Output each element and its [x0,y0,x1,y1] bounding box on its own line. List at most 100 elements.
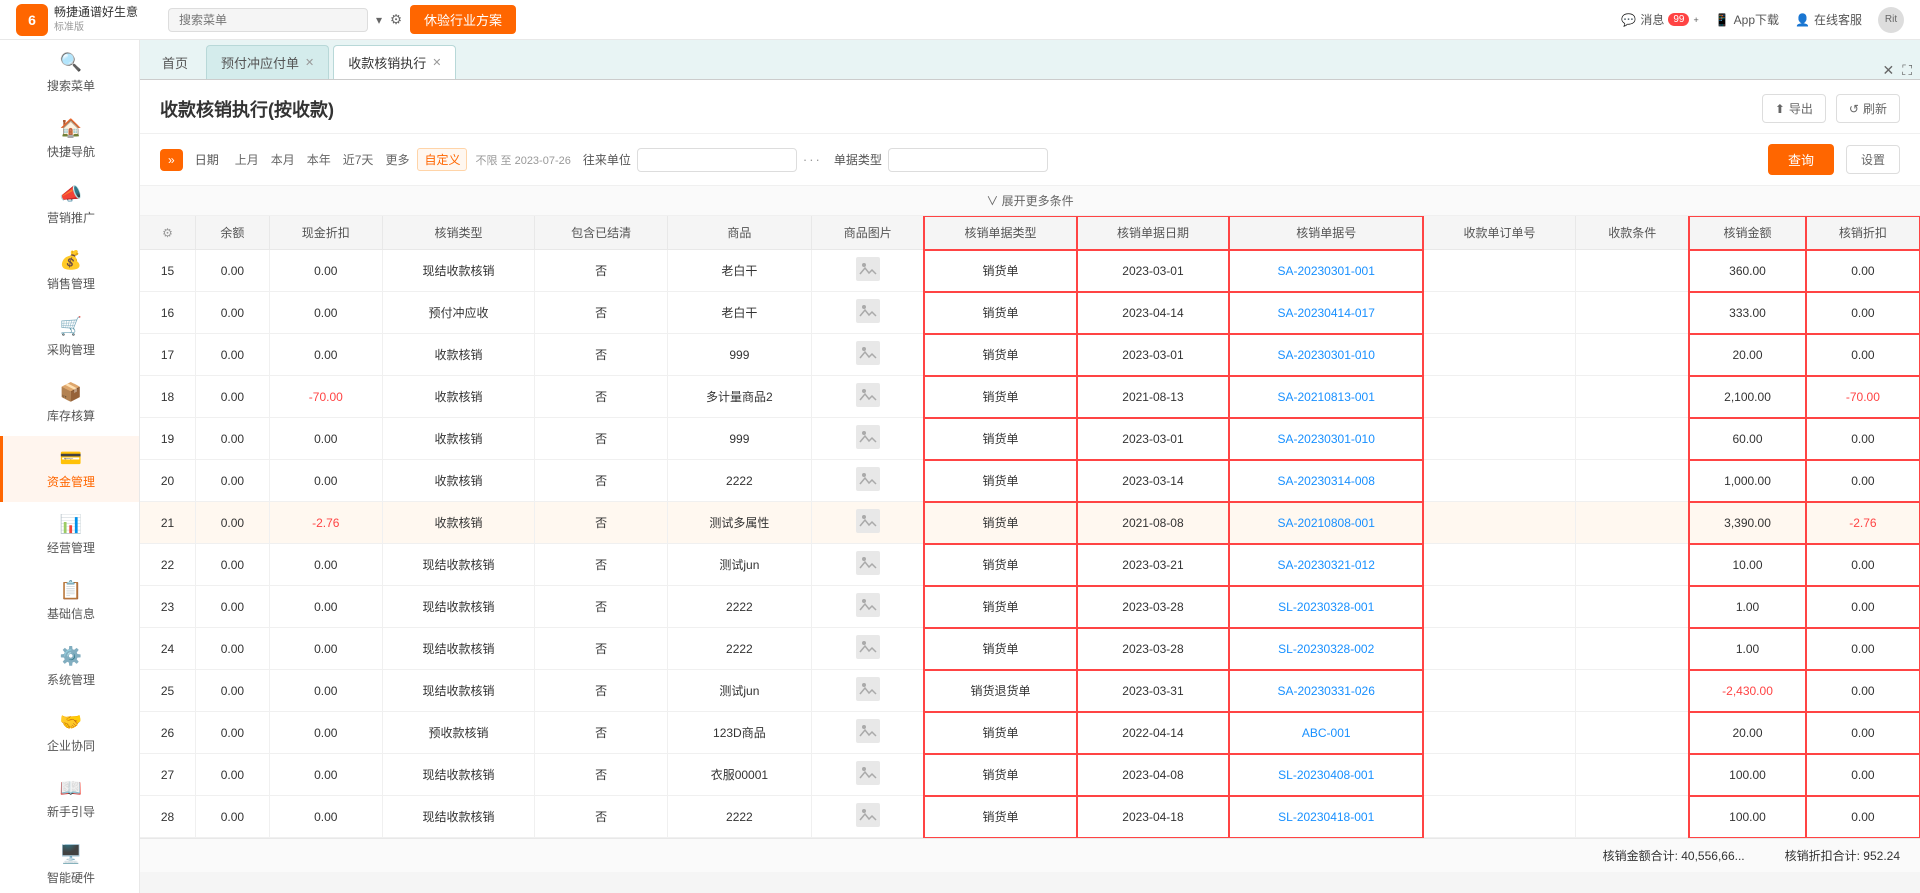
sidebar-item-finance[interactable]: 💳 资金管理 [0,436,139,502]
sidebar-item-inventory[interactable]: 📦 库存核算 [0,370,139,436]
sidebar-item-purchase[interactable]: 🛒 采购管理 [0,304,139,370]
search-input[interactable] [168,8,368,32]
cell-receipt-order-no [1423,796,1575,838]
bill-no-link[interactable]: SL-20230328-002 [1278,642,1374,656]
cell-goods-image [811,586,924,628]
cell-cancel-discount: -2.76 [1806,502,1919,544]
avatar[interactable]: Rit [1878,7,1904,33]
from-unit-input[interactable] [637,148,797,172]
bill-no-link[interactable]: SA-20210808-001 [1277,516,1374,530]
cell-balance: 0.00 [195,754,269,796]
cell-cash-discount: -2.76 [269,502,382,544]
this-month-btn[interactable]: 本月 [267,149,299,170]
last-month-btn[interactable]: 上月 [231,149,263,170]
bill-no-link[interactable]: SA-20230314-008 [1277,474,1374,488]
maximize-button[interactable]: ⛶ [1902,62,1912,79]
cell-bill-no[interactable]: SA-20230321-012 [1229,544,1423,586]
bill-no-link[interactable]: SA-20230321-012 [1277,558,1374,572]
cell-include-settled: 否 [535,502,668,544]
sidebar-item-operations[interactable]: 📊 经营管理 [0,502,139,568]
cell-cancel-type: 现结收款核销 [382,754,534,796]
tab-prepay[interactable]: 预付冲应付单 ✕ [206,45,329,79]
filter-settings-button[interactable]: 设置 [1846,145,1900,174]
guide-icon: 📖 [60,778,82,799]
col-settings[interactable]: ⚙ [140,216,195,250]
cell-receipt-condition [1576,502,1689,544]
cell-bill-no[interactable]: SA-20210808-001 [1229,502,1423,544]
dropdown-button[interactable]: ▾ [376,13,382,27]
bill-no-link[interactable]: SA-20230331-026 [1277,684,1374,698]
basic-icon: 📋 [60,580,82,601]
sidebar-item-guide[interactable]: 📖 新手引导 [0,766,139,832]
expand-bar[interactable]: ∨ 展开更多条件 [140,186,1920,216]
sidebar-item-system[interactable]: ⚙️ 系统管理 [0,634,139,700]
industry-button[interactable]: 休验行业方案 [410,5,516,34]
cell-bill-type: 销货单 [924,544,1076,586]
bill-no-link[interactable]: ABC-001 [1302,726,1351,740]
cell-no: 22 [140,544,195,586]
tab-receipt-close[interactable]: ✕ [432,56,441,69]
sidebar-item-enterprise[interactable]: 🤝 企业协同 [0,700,139,766]
cell-receipt-order-no [1423,670,1575,712]
cell-bill-type: 销货退货单 [924,670,1076,712]
cell-bill-no[interactable]: SA-20230301-010 [1229,334,1423,376]
cell-bill-no[interactable]: SL-20230418-001 [1229,796,1423,838]
cell-cash-discount: -70.00 [269,376,382,418]
sidebar-item-nav[interactable]: 🏠 快捷导航 [0,106,139,172]
bill-no-link[interactable]: SA-20230301-010 [1277,348,1374,362]
sidebar-item-search[interactable]: 🔍 搜索菜单 [0,40,139,106]
tab-prepay-close[interactable]: ✕ [305,56,314,69]
sidebar-item-sales[interactable]: 💰 销售管理 [0,238,139,304]
bill-no-link[interactable]: SA-20210813-001 [1277,390,1374,404]
cell-no: 18 [140,376,195,418]
cell-bill-no[interactable]: SL-20230328-002 [1229,628,1423,670]
cell-bill-type: 销货单 [924,376,1076,418]
bill-no-link[interactable]: SA-20230414-017 [1277,306,1374,320]
col-bill-type: 核销单据类型 [924,216,1076,250]
filter-toggle-button[interactable]: » [160,149,183,171]
cell-goods: 2222 [668,628,812,670]
refresh-button[interactable]: ↺ 刷新 [1836,94,1900,123]
cell-bill-no[interactable]: SA-20230331-026 [1229,670,1423,712]
app-download-button[interactable]: 📱 App下载 [1715,11,1779,28]
export-button[interactable]: ⬆ 导出 [1762,94,1826,123]
tab-prepay-label: 预付冲应付单 [221,53,299,72]
expand-label: 展开更多条件 [1002,194,1074,208]
bill-no-link[interactable]: SA-20230301-001 [1277,264,1374,278]
tab-receipt[interactable]: 收款核销执行 ✕ [333,45,456,79]
cell-no: 15 [140,250,195,292]
sidebar-item-basic[interactable]: 📋 基础信息 [0,568,139,634]
cell-bill-no[interactable]: SA-20210813-001 [1229,376,1423,418]
gear-button[interactable]: ⚙ [390,12,402,28]
sidebar-item-hardware[interactable]: 🖥️ 智能硬件 [0,832,139,893]
cell-bill-no[interactable]: ABC-001 [1229,712,1423,754]
cell-bill-no[interactable]: SA-20230301-001 [1229,250,1423,292]
bill-no-link[interactable]: SL-20230408-001 [1278,768,1374,782]
bill-no-link[interactable]: SA-20230301-010 [1277,432,1374,446]
this-year-btn[interactable]: 本年 [303,149,335,170]
bill-no-link[interactable]: SL-20230418-001 [1278,810,1374,824]
cell-bill-date: 2023-03-01 [1077,250,1229,292]
query-button[interactable]: 查询 [1768,144,1834,175]
cell-bill-no[interactable]: SL-20230328-001 [1229,586,1423,628]
cell-receipt-condition [1576,670,1689,712]
online-service-button[interactable]: 👤 在线客服 [1795,11,1862,28]
bill-no-link[interactable]: SL-20230328-001 [1278,600,1374,614]
page-title: 收款核销执行(按收款) [160,96,334,122]
cell-no: 28 [140,796,195,838]
cell-bill-no[interactable]: SA-20230314-008 [1229,460,1423,502]
custom-date-btn[interactable]: 自定义 [417,148,467,171]
cell-bill-no[interactable]: SL-20230408-001 [1229,754,1423,796]
table-row: 22 0.00 0.00 现结收款核销 否 测试jun 销货单 2023-03-… [140,544,1920,586]
more-date-btn[interactable]: 更多 [381,149,413,170]
tab-home[interactable]: 首页 [148,46,202,79]
cell-bill-date: 2023-03-14 [1077,460,1229,502]
col-balance: 余额 [195,216,269,250]
messages-button[interactable]: 💬 消息 99 + [1621,11,1698,28]
sidebar-item-marketing[interactable]: 📣 营销推广 [0,172,139,238]
last-7days-btn[interactable]: 近7天 [339,149,378,170]
close-tab-button[interactable]: ✕ [1882,62,1894,79]
bill-type-select[interactable] [888,148,1048,172]
cell-bill-no[interactable]: SA-20230301-010 [1229,418,1423,460]
cell-bill-no[interactable]: SA-20230414-017 [1229,292,1423,334]
